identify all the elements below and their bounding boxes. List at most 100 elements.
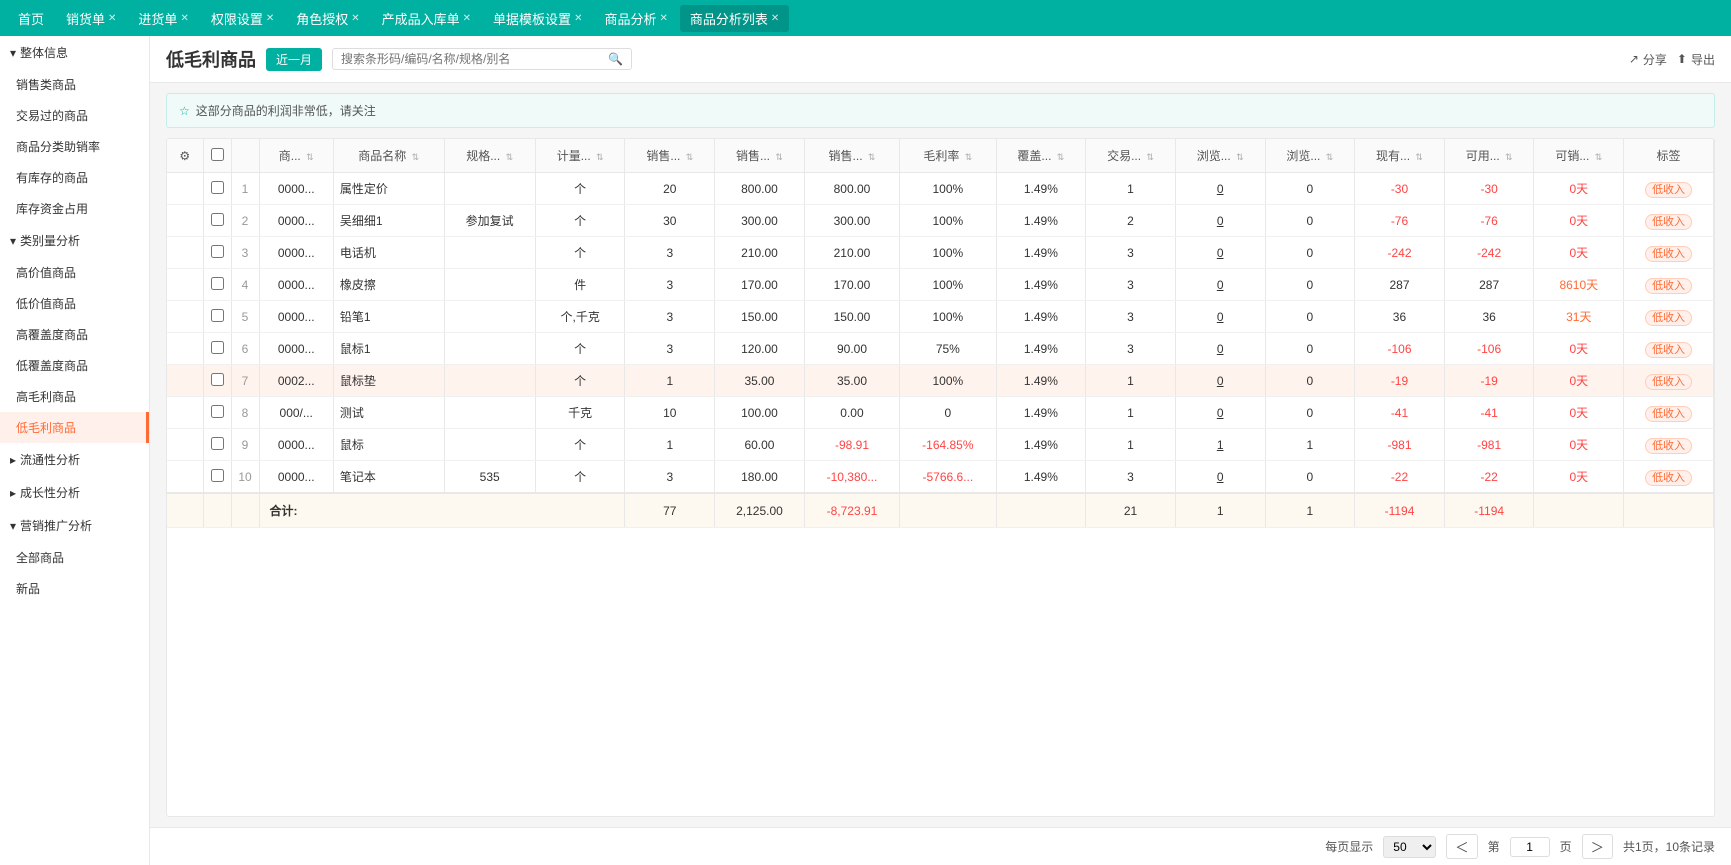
sidebar-item-stock-goods[interactable]: 有库存的商品 <box>0 162 149 193</box>
row-checkbox[interactable] <box>203 205 231 237</box>
page-number-input[interactable] <box>1510 837 1550 857</box>
row-select-checkbox[interactable] <box>211 309 224 322</box>
row-browse1[interactable]: 1 <box>1175 429 1265 461</box>
page-size-select[interactable]: 50 100 200 <box>1383 836 1436 858</box>
row-checkbox[interactable] <box>203 301 231 333</box>
row-tag[interactable]: 低收入 <box>1624 205 1714 237</box>
row-settings[interactable] <box>167 237 203 269</box>
column-unit[interactable]: 计量... ⇅ <box>535 139 625 173</box>
nav-sales-close[interactable]: ✕ <box>108 13 116 24</box>
row-name[interactable]: 吴细细1 <box>333 205 444 237</box>
sidebar-item-high-coverage[interactable]: 高覆盖度商品 <box>0 319 149 350</box>
sidebar-group-growth[interactable]: ▸ 成长性分析 <box>0 476 149 509</box>
row-settings[interactable] <box>167 205 203 237</box>
row-browse1[interactable]: 0 <box>1175 237 1265 269</box>
column-browse1[interactable]: 浏览... ⇅ <box>1175 139 1265 173</box>
row-settings[interactable] <box>167 461 203 494</box>
share-button[interactable]: ↗ 分享 <box>1629 51 1667 68</box>
sidebar-item-sales-goods[interactable]: 销售类商品 <box>0 69 149 100</box>
column-trade[interactable]: 交易... ⇅ <box>1086 139 1176 173</box>
column-browse2[interactable]: 浏览... ⇅ <box>1265 139 1355 173</box>
column-checkbox[interactable] <box>203 139 231 173</box>
column-current[interactable]: 现有... ⇅ <box>1355 139 1445 173</box>
row-checkbox[interactable] <box>203 365 231 397</box>
row-name[interactable]: 笔记本 <box>333 461 444 494</box>
row-tag[interactable]: 低收入 <box>1624 429 1714 461</box>
column-sales-amount[interactable]: 销售... ⇅ <box>804 139 899 173</box>
nav-roles[interactable]: 角色授权 ✕ <box>286 5 369 32</box>
row-tag[interactable]: 低收入 <box>1624 237 1714 269</box>
row-browse1[interactable]: 0 <box>1175 397 1265 429</box>
row-checkbox[interactable] <box>203 237 231 269</box>
column-sales-price[interactable]: 销售... ⇅ <box>715 139 805 173</box>
column-code[interactable]: 商... ⇅ <box>259 139 333 173</box>
row-settings[interactable] <box>167 301 203 333</box>
row-select-checkbox[interactable] <box>211 405 224 418</box>
column-sales-qty[interactable]: 销售... ⇅ <box>625 139 715 173</box>
sidebar-item-all-goods[interactable]: 全部商品 <box>0 542 149 573</box>
row-name[interactable]: 电话机 <box>333 237 444 269</box>
nav-roles-close[interactable]: ✕ <box>351 13 359 24</box>
nav-purchase[interactable]: 进货单 ✕ <box>128 5 198 32</box>
row-tag[interactable]: 低收入 <box>1624 333 1714 365</box>
column-saleable[interactable]: 可销... ⇅ <box>1534 139 1624 173</box>
sidebar-group-category[interactable]: ▾ 类别量分析 <box>0 224 149 257</box>
search-icon[interactable]: 🔍 <box>608 52 623 66</box>
row-browse1[interactable]: 0 <box>1175 301 1265 333</box>
row-settings[interactable] <box>167 365 203 397</box>
row-name[interactable]: 鼠标垫 <box>333 365 444 397</box>
row-select-checkbox[interactable] <box>211 373 224 386</box>
row-settings[interactable] <box>167 397 203 429</box>
sidebar-item-low-margin[interactable]: 低毛利商品 <box>0 412 149 443</box>
nav-product-analysis-list[interactable]: 商品分析列表 ✕ <box>680 5 789 32</box>
nav-product-analysis-close[interactable]: ✕ <box>659 13 667 24</box>
nav-templates-close[interactable]: ✕ <box>574 13 582 24</box>
search-input[interactable] <box>341 52 603 66</box>
column-settings[interactable]: ⚙ <box>167 139 203 173</box>
column-gross-rate[interactable]: 毛利率 ⇅ <box>900 139 996 173</box>
row-select-checkbox[interactable] <box>211 437 224 450</box>
row-browse1[interactable]: 0 <box>1175 365 1265 397</box>
row-name[interactable]: 测试 <box>333 397 444 429</box>
row-settings[interactable] <box>167 333 203 365</box>
sidebar-item-high-margin[interactable]: 高毛利商品 <box>0 381 149 412</box>
sidebar-item-category-rate[interactable]: 商品分类助销率 <box>0 131 149 162</box>
row-browse1[interactable]: 0 <box>1175 205 1265 237</box>
row-select-checkbox[interactable] <box>211 341 224 354</box>
nav-products[interactable]: 产成品入库单 ✕ <box>372 5 481 32</box>
nav-products-close[interactable]: ✕ <box>463 13 471 24</box>
row-select-checkbox[interactable] <box>211 213 224 226</box>
row-tag[interactable]: 低收入 <box>1624 461 1714 494</box>
row-checkbox[interactable] <box>203 333 231 365</box>
row-settings[interactable] <box>167 429 203 461</box>
row-browse1[interactable]: 0 <box>1175 269 1265 301</box>
sidebar-group-circulation[interactable]: ▸ 流通性分析 <box>0 443 149 476</box>
column-coverage[interactable]: 覆盖... ⇅ <box>996 139 1086 173</box>
column-name[interactable]: 商品名称 ⇅ <box>333 139 444 173</box>
row-name[interactable]: 橡皮擦 <box>333 269 444 301</box>
column-spec[interactable]: 规格... ⇅ <box>444 139 535 173</box>
column-available[interactable]: 可用... ⇅ <box>1444 139 1534 173</box>
row-select-checkbox[interactable] <box>211 181 224 194</box>
row-name[interactable]: 铅笔1 <box>333 301 444 333</box>
search-box[interactable]: 🔍 <box>332 48 632 70</box>
row-checkbox[interactable] <box>203 461 231 494</box>
sidebar-group-marketing[interactable]: ▾ 营销推广分析 <box>0 509 149 542</box>
nav-sales[interactable]: 销货单 ✕ <box>56 5 126 32</box>
row-select-checkbox[interactable] <box>211 277 224 290</box>
row-tag[interactable]: 低收入 <box>1624 269 1714 301</box>
row-name[interactable]: 鼠标 <box>333 429 444 461</box>
sidebar-item-traded-goods[interactable]: 交易过的商品 <box>0 100 149 131</box>
row-checkbox[interactable] <box>203 173 231 205</box>
prev-page-button[interactable]: ＜ <box>1446 834 1477 859</box>
row-browse1[interactable]: 0 <box>1175 173 1265 205</box>
row-tag[interactable]: 低收入 <box>1624 301 1714 333</box>
nav-templates[interactable]: 单据模板设置 ✕ <box>483 5 592 32</box>
row-browse1[interactable]: 0 <box>1175 461 1265 494</box>
row-tag[interactable]: 低收入 <box>1624 173 1714 205</box>
row-checkbox[interactable] <box>203 429 231 461</box>
row-tag[interactable]: 低收入 <box>1624 365 1714 397</box>
row-checkbox[interactable] <box>203 269 231 301</box>
nav-permissions-close[interactable]: ✕ <box>266 13 274 24</box>
row-select-checkbox[interactable] <box>211 245 224 258</box>
